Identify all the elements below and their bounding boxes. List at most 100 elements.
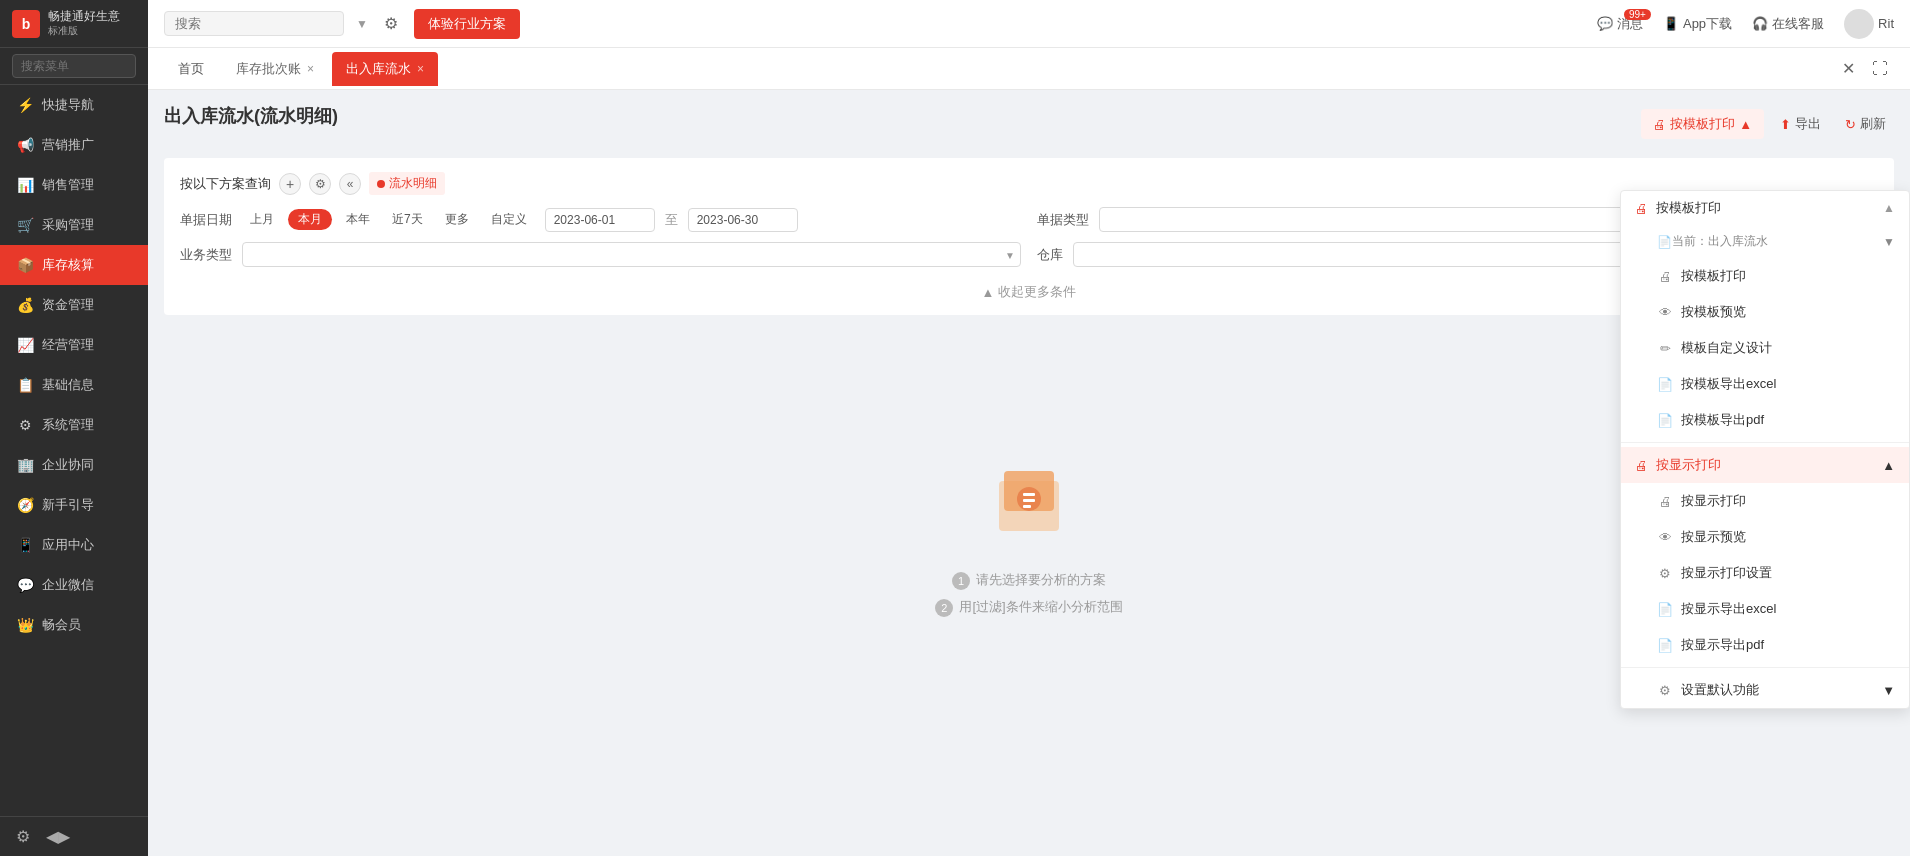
date-filter: 上月 本月 本年 近7天 更多 自定义: [242, 208, 535, 231]
sidebar-item-finance[interactable]: 💰 资金管理: [0, 285, 148, 325]
filter-add-btn[interactable]: +: [279, 173, 301, 195]
message-badge: 99+: [1624, 9, 1651, 20]
topbar-right: 💬 消息 99+ 📱 App下载 🎧 在线客服 Rit: [1597, 9, 1894, 39]
date-from-input[interactable]: [545, 208, 655, 232]
sidebar-item-guide[interactable]: 🧭 新手引导: [0, 485, 148, 525]
tab-home[interactable]: 首页: [164, 52, 218, 86]
date-more-btn[interactable]: 更多: [437, 208, 477, 231]
dropdown-display-header[interactable]: 🖨 按显示打印 ▲: [1621, 447, 1909, 483]
marketing-icon: 📢: [16, 136, 34, 154]
print-settings-display-icon: ⚙: [1657, 565, 1673, 581]
export-btn[interactable]: ⬆ 导出: [1772, 111, 1829, 137]
dropdown-display-title: 🖨 按显示打印: [1635, 456, 1721, 474]
date-this-month-btn[interactable]: 本月: [288, 209, 332, 230]
dropdown-item-export-excel-display[interactable]: 📄 按显示导出excel: [1621, 591, 1909, 627]
svg-rect-5: [1023, 505, 1031, 508]
dropdown-item-export-excel-template[interactable]: 📄 按模板导出excel: [1621, 366, 1909, 402]
sidebar-item-system[interactable]: ⚙ 系统管理: [0, 405, 148, 445]
dropdown-item-print-settings-display[interactable]: ⚙ 按显示打印设置: [1621, 555, 1909, 591]
filter-tag: 流水明细: [369, 172, 445, 195]
dropdown-item-export-pdf-template[interactable]: 📄 按模板导出pdf: [1621, 402, 1909, 438]
export-icon: ⬆: [1780, 117, 1791, 132]
custom-template-icon: ✏: [1657, 340, 1673, 356]
business-type-select-wrap: ▼: [242, 242, 1021, 267]
content-area: 出入库流水(流水明细) 🖨 按模板打印 ▲ ⬆ 导出 ↻ 刷新: [148, 90, 1910, 856]
dropdown-divider: [1621, 442, 1909, 443]
page-title: 出入库流水(流水明细): [164, 104, 338, 128]
page-toolbar: 🖨 按模板打印 ▲ ⬆ 导出 ↻ 刷新: [1641, 109, 1894, 139]
sidebar-item-member[interactable]: 👑 畅会员: [0, 605, 148, 645]
tab-batch-account[interactable]: 库存批次账 ×: [222, 52, 328, 86]
empty-svg: [979, 451, 1079, 551]
sidebar-item-sales[interactable]: 📊 销售管理: [0, 165, 148, 205]
dropdown-item-print-display[interactable]: 🖨 按显示打印: [1621, 483, 1909, 519]
tab-flow[interactable]: 出入库流水 ×: [332, 52, 438, 86]
date-custom-btn[interactable]: 自定义: [483, 208, 535, 231]
search-chevron-icon[interactable]: ▼: [356, 17, 368, 31]
topbar-gear-icon[interactable]: ⚙: [384, 14, 398, 33]
refresh-icon: ↻: [1845, 117, 1856, 132]
export-excel-display-icon: 📄: [1657, 601, 1673, 617]
filter-tag-dot: [377, 180, 385, 188]
sidebar-nav: ⚡ 快捷导航 📢 营销推广 📊 销售管理 🛒 采购管理 📦 库存核算 💰 资金管…: [0, 85, 148, 816]
settings-icon[interactable]: ⚙: [16, 827, 30, 846]
voucher-type-label: 单据类型: [1037, 211, 1089, 229]
app-download-btn[interactable]: 📱 App下载: [1663, 15, 1732, 33]
user-avatar-btn[interactable]: Rit: [1844, 9, 1894, 39]
dropdown-set-default-btn[interactable]: ⚙ 设置默认功能 ▼: [1621, 672, 1909, 708]
current-template-icon: 📄: [1657, 235, 1672, 249]
collapse-more-btn[interactable]: ▲ 收起更多条件: [982, 283, 1077, 301]
topbar-search-input[interactable]: [164, 11, 344, 36]
topbar: ▼ ⚙ 体验行业方案 💬 消息 99+ 📱 App下载 🎧 在线客服 Rit: [148, 0, 1910, 48]
set-default-icon: ⚙: [1657, 682, 1673, 698]
online-service-btn[interactable]: 🎧 在线客服: [1752, 15, 1824, 33]
dropdown-item-export-pdf-display[interactable]: 📄 按显示导出pdf: [1621, 627, 1909, 663]
dropdown-item-print-template[interactable]: 🖨 按模板打印: [1621, 258, 1909, 294]
sidebar-item-inventory[interactable]: 📦 库存核算: [0, 245, 148, 285]
template-section-arrow[interactable]: ▲: [1883, 201, 1895, 215]
sidebar-bottom: ⚙ ◀▶: [0, 816, 148, 856]
sidebar-item-app-center[interactable]: 📱 应用中心: [0, 525, 148, 565]
sidebar-item-marketing[interactable]: 📢 营销推广: [0, 125, 148, 165]
sidebar-item-enterprise[interactable]: 🏢 企业协同: [0, 445, 148, 485]
close-flow-tab-icon[interactable]: ×: [417, 62, 424, 76]
message-btn[interactable]: 💬 消息 99+: [1597, 15, 1643, 33]
sidebar-item-operations[interactable]: 📈 经营管理: [0, 325, 148, 365]
date-last-month-btn[interactable]: 上月: [242, 208, 282, 231]
dropdown-template-title: 🖨 按模板打印: [1635, 199, 1721, 217]
svg-rect-3: [1023, 493, 1035, 496]
filter-settings-btn[interactable]: ⚙: [309, 173, 331, 195]
sidebar-item-basic-info[interactable]: 📋 基础信息: [0, 365, 148, 405]
refresh-btn[interactable]: ↻ 刷新: [1837, 111, 1894, 137]
sidebar: b 畅捷通好生意 标准版 ⚡ 快捷导航 📢 营销推广 📊 销售管理 🛒 采购管理…: [0, 0, 148, 856]
date-to-input[interactable]: [688, 208, 798, 232]
date-last-7days-btn[interactable]: 近7天: [384, 208, 431, 231]
dropdown-template-header: 🖨 按模板打印 ▲: [1621, 191, 1909, 225]
business-type-select[interactable]: [242, 242, 1021, 267]
dropdown-item-preview-template[interactable]: 👁 按模板预览: [1621, 294, 1909, 330]
display-section-arrow: ▲: [1882, 458, 1895, 473]
purchase-icon: 🛒: [16, 216, 34, 234]
operations-icon: 📈: [16, 336, 34, 354]
finance-icon: 💰: [16, 296, 34, 314]
basic-info-icon: 📋: [16, 376, 34, 394]
date-label: 单据日期: [180, 211, 232, 229]
tab-close-all-icon[interactable]: ✕: [1834, 55, 1862, 83]
close-batch-account-tab-icon[interactable]: ×: [307, 62, 314, 76]
dropdown-current-row: 📄 当前：出入库流水 ▼: [1621, 225, 1909, 258]
filter-collapse-btn[interactable]: «: [339, 173, 361, 195]
date-this-year-btn[interactable]: 本年: [338, 208, 378, 231]
trial-btn[interactable]: 体验行业方案: [414, 9, 520, 39]
display-print-icon: 🖨: [1635, 458, 1648, 473]
tab-expand-icon[interactable]: ⛶: [1866, 55, 1894, 83]
sidebar-item-purchase[interactable]: 🛒 采购管理: [0, 205, 148, 245]
sidebar-item-quick-nav[interactable]: ⚡ 快捷导航: [0, 85, 148, 125]
main-wrapper: ▼ ⚙ 体验行业方案 💬 消息 99+ 📱 App下载 🎧 在线客服 Rit: [148, 0, 1910, 856]
dropdown-item-custom-template[interactable]: ✏ 模板自定义设计: [1621, 330, 1909, 366]
sidebar-item-wechat[interactable]: 💬 企业微信: [0, 565, 148, 605]
print-template-btn[interactable]: 🖨 按模板打印 ▲: [1641, 109, 1764, 139]
sidebar-search-input[interactable]: [12, 54, 136, 78]
dropdown-item-preview-display[interactable]: 👁 按显示预览: [1621, 519, 1909, 555]
guide-icon: 🧭: [16, 496, 34, 514]
collapse-sidebar-icon[interactable]: ◀▶: [46, 827, 70, 846]
